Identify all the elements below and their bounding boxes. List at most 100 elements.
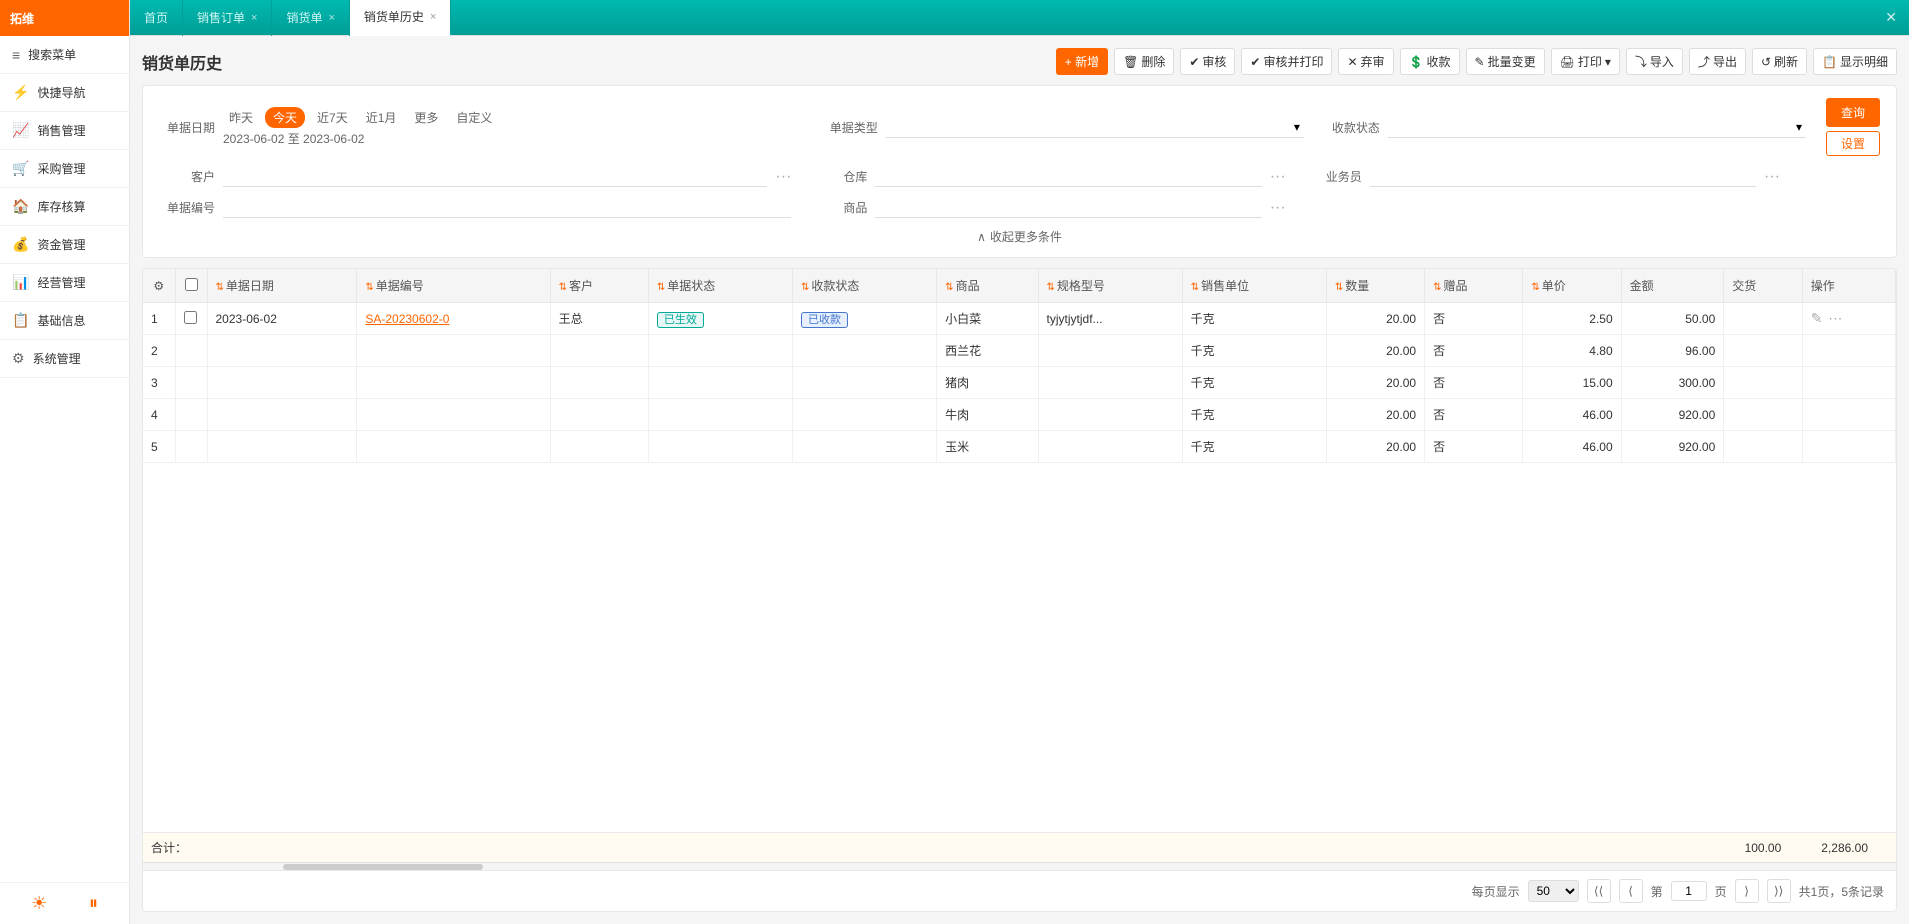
th-unit[interactable]: ⇅销售单位 [1182, 269, 1326, 303]
th-settings[interactable]: ⚙ [143, 269, 175, 303]
filter-payment-select[interactable]: ▾ [1388, 117, 1806, 138]
filter-row-1: 单据日期 昨天 今天 近7天 近1月 更多 自定义 2023-06-02 至 2… [159, 98, 1880, 156]
filter-doctype-select[interactable]: ▾ [886, 117, 1304, 138]
delete-button[interactable]: 🗑 删除 [1114, 48, 1174, 75]
row-doc-number [357, 367, 550, 399]
th-doc-date[interactable]: ⇅单据日期 [207, 269, 357, 303]
edit-icon[interactable]: ✎ [1811, 310, 1823, 327]
row-gift: 否 [1425, 399, 1523, 431]
per-page-select[interactable]: 50 20 100 [1528, 880, 1579, 902]
warehouse-dots-icon[interactable]: ··· [1270, 168, 1286, 186]
sidebar-item-sales-mgmt[interactable]: 📈 销售管理 [0, 112, 129, 150]
filter-docnumber-input[interactable] [223, 197, 791, 218]
collapse-button[interactable]: ∧ 收起更多条件 [159, 228, 1880, 245]
row-checkbox[interactable] [175, 303, 207, 335]
th-checkbox[interactable] [175, 269, 207, 303]
show-detail-button[interactable]: 📋 显示明细 [1813, 48, 1897, 75]
abandon-button[interactable]: ✕ 弃审 [1338, 48, 1393, 75]
next-page-button[interactable]: ⟩ [1735, 879, 1759, 903]
row-num: 1 [143, 303, 175, 335]
date-7days-btn[interactable]: 近7天 [311, 107, 354, 128]
sidebar-item-fund-mgmt[interactable]: 💰 资金管理 [0, 226, 129, 264]
date-more-btn[interactable]: 更多 [408, 107, 444, 128]
collect-button[interactable]: 💲 收款 [1400, 48, 1460, 75]
row-spec [1038, 367, 1182, 399]
row-checkbox[interactable] [175, 399, 207, 431]
sidebar-pause-button[interactable]: ⏸ [89, 893, 98, 914]
th-payment-status[interactable]: ⇅收款状态 [793, 269, 937, 303]
tab-sales-history-close[interactable]: × [430, 11, 436, 23]
refresh-button[interactable]: ↺ 刷新 [1752, 48, 1807, 75]
row-doc-status [648, 399, 792, 431]
row-payment-status: 已收款 [793, 303, 937, 335]
date-yesterday-btn[interactable]: 昨天 [223, 107, 259, 128]
tab-bar-close-button[interactable]: ✕ [1873, 9, 1909, 26]
tab-sales-goods[interactable]: 销货单 × [272, 0, 349, 36]
print-button[interactable]: 🖨 打印 ▾ [1551, 48, 1620, 75]
last-page-button[interactable]: ⟩⟩ [1767, 879, 1791, 903]
row-goods: 牛肉 [937, 399, 1038, 431]
import-button[interactable]: ⤵ 导入 [1626, 48, 1683, 75]
goods-dots-icon[interactable]: ··· [1270, 199, 1286, 217]
th-doc-status[interactable]: ⇅单据状态 [648, 269, 792, 303]
row-checkbox[interactable] [175, 431, 207, 463]
tab-sales-goods-close[interactable]: × [328, 12, 334, 24]
row-doc-number[interactable]: SA-20230602-0 [357, 303, 550, 335]
row-gift: 否 [1425, 303, 1523, 335]
select-all-checkbox[interactable] [185, 278, 198, 291]
prev-page-button[interactable]: ⟨ [1619, 879, 1643, 903]
row-payment-status [793, 335, 937, 367]
batch-change-label: 批量变更 [1488, 53, 1536, 70]
horizontal-scrollbar[interactable] [143, 862, 1896, 870]
date-today-btn[interactable]: 今天 [265, 107, 305, 128]
more-icon[interactable]: ⋯ [1828, 310, 1842, 327]
query-button[interactable]: 查询 [1826, 98, 1880, 127]
date-custom-btn[interactable]: 自定义 [450, 107, 498, 128]
audit-button[interactable]: ✔ 审核 [1180, 48, 1235, 75]
tab-sales-order[interactable]: 销售订单 × [183, 0, 272, 36]
th-goods[interactable]: ⇅商品 [937, 269, 1038, 303]
audit-label: 审核 [1202, 53, 1226, 70]
row-payment-status [793, 367, 937, 399]
th-spec[interactable]: ⇅规格型号 [1038, 269, 1182, 303]
row-checkbox[interactable] [175, 367, 207, 399]
main-area: 首页 销售订单 × 销货单 × 销货单历史 × ✕ 销货单历史 + 新增 🗑 删… [130, 0, 1909, 924]
total-quantity: 100.00 [1745, 841, 1782, 855]
tab-sales-history[interactable]: 销货单历史 × [350, 0, 451, 36]
scrollbar-thumb[interactable] [283, 864, 483, 870]
sidebar-item-purchase-mgmt[interactable]: 🛒 采购管理 [0, 150, 129, 188]
tab-bar: 首页 销售订单 × 销货单 × 销货单历史 × ✕ [130, 0, 1909, 36]
sidebar-item-basic-info[interactable]: 📋 基础信息 [0, 302, 129, 340]
settings-button[interactable]: 设置 [1826, 131, 1880, 156]
sidebar-item-search-menu[interactable]: ≡ 搜索菜单 [0, 36, 129, 74]
audit-print-button[interactable]: ✔ 审核并打印 [1241, 48, 1332, 75]
tab-sales-order-close[interactable]: × [251, 12, 257, 24]
filter-customer-input[interactable] [223, 166, 767, 187]
page-number-input[interactable]: 1 [1671, 881, 1707, 901]
th-quantity[interactable]: ⇅数量 [1326, 269, 1424, 303]
row-doc-number [357, 431, 550, 463]
filter-goods-input[interactable] [875, 197, 1261, 218]
sidebar-item-quick-nav[interactable]: ⚡ 快捷导航 [0, 74, 129, 112]
table-row: 4 牛肉 千克 20.00 否 46.00 920.00 [143, 399, 1896, 431]
row-checkbox[interactable] [175, 335, 207, 367]
total-amount: 2,286.00 [1821, 841, 1868, 855]
first-page-button[interactable]: ⟨⟨ [1587, 879, 1611, 903]
sidebar-item-operations[interactable]: 📊 经营管理 [0, 264, 129, 302]
tab-home[interactable]: 首页 [130, 0, 183, 36]
salesperson-dots-icon[interactable]: ··· [1764, 168, 1780, 186]
filter-salesperson-input[interactable] [1370, 166, 1756, 187]
export-button[interactable]: ⤴ 导出 [1689, 48, 1746, 75]
customer-dots-icon[interactable]: ··· [775, 168, 791, 186]
sidebar-sun-button[interactable]: ☀ [31, 893, 47, 914]
new-button[interactable]: + 新增 [1056, 48, 1108, 75]
sidebar-item-inventory[interactable]: 🏠 库存核算 [0, 188, 129, 226]
th-gift[interactable]: ⇅赠品 [1425, 269, 1523, 303]
sidebar-item-system-mgmt[interactable]: ⚙ 系统管理 [0, 340, 129, 378]
date-1month-btn[interactable]: 近1月 [360, 107, 403, 128]
batch-change-button[interactable]: ✎ 批量变更 [1466, 48, 1545, 75]
th-doc-number[interactable]: ⇅单据编号 [357, 269, 550, 303]
filter-warehouse-input[interactable] [875, 166, 1261, 187]
th-unit-price[interactable]: ⇅单价 [1523, 269, 1621, 303]
th-customer[interactable]: ⇅客户 [550, 269, 648, 303]
